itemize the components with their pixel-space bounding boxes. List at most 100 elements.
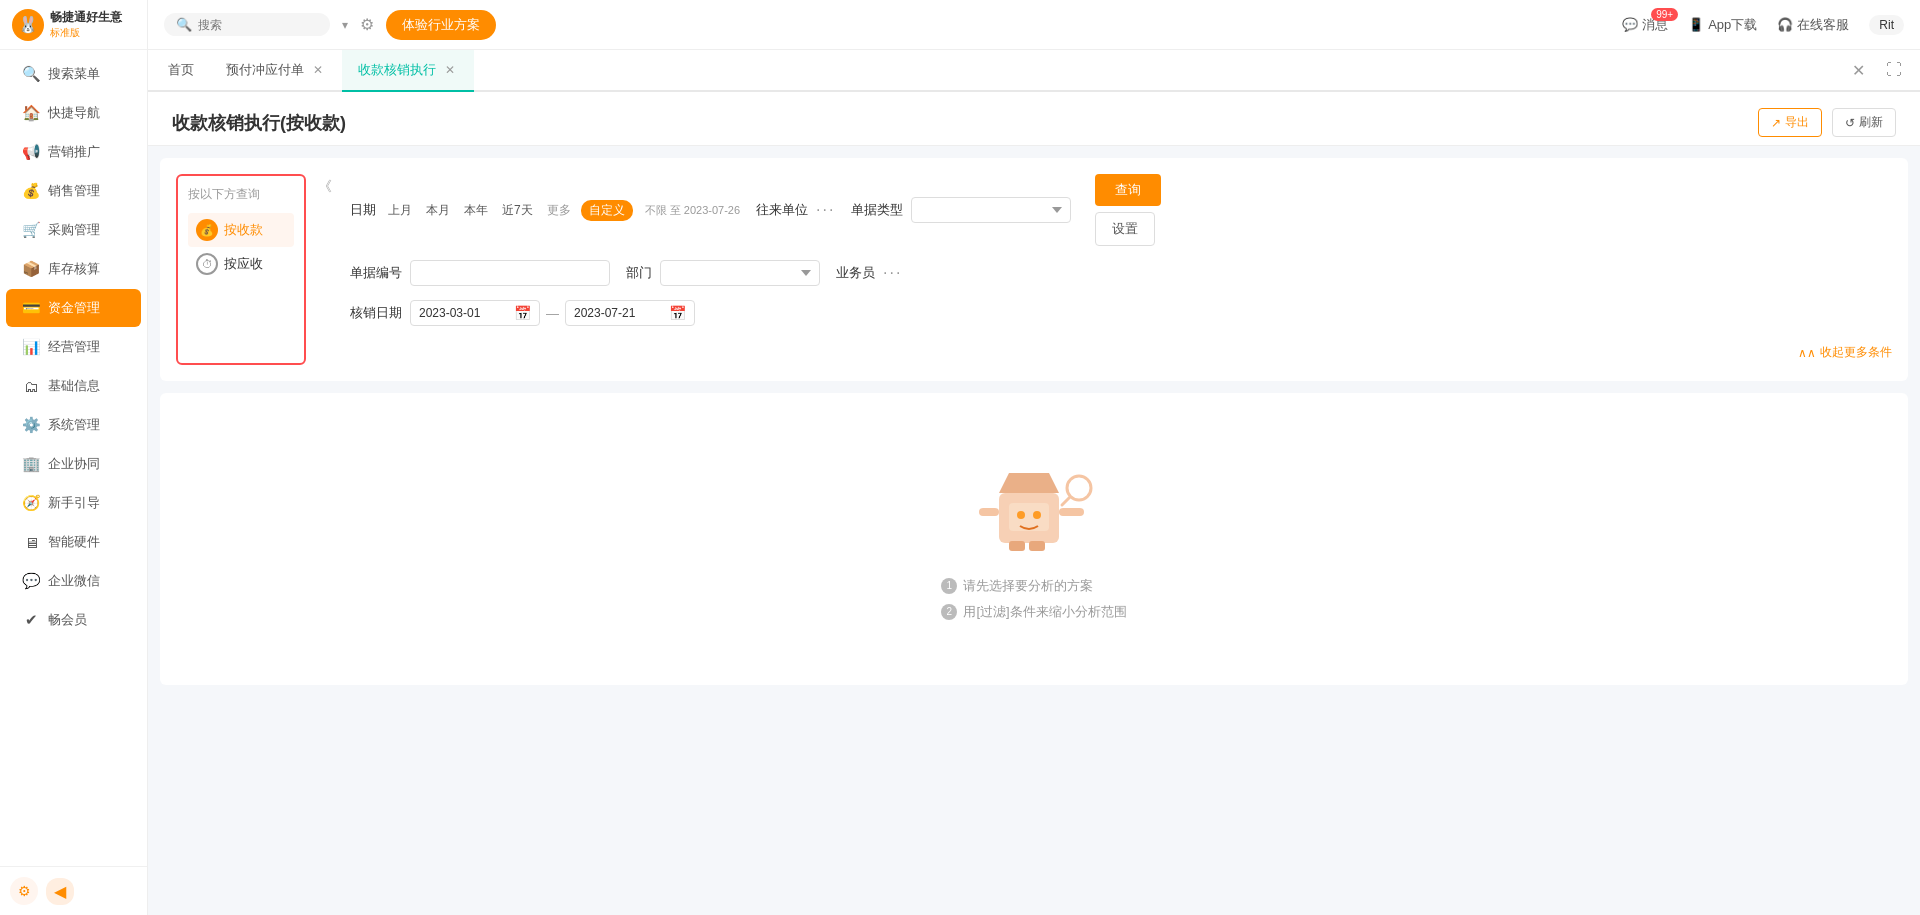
counterpart-more-icon[interactable]: ··· [816, 201, 835, 219]
refresh-btn[interactable]: ↺ 刷新 [1832, 108, 1896, 137]
tab-home[interactable]: 首页 [152, 50, 210, 92]
collapse-sidebar-btn[interactable]: ◀ [46, 878, 74, 905]
industry-btn[interactable]: 体验行业方案 [386, 10, 496, 40]
logo-line1: 畅捷通好生意 [50, 9, 122, 26]
sales-label: 销售管理 [48, 182, 100, 200]
empty-tips: 1 请先选择要分析的方案 2 用[过滤]条件来缩小分析范围 [941, 573, 1126, 625]
sidebar-item-purchase[interactable]: 🛒 采购管理 [6, 211, 141, 249]
svg-rect-5 [979, 508, 999, 516]
filter-by-receivable[interactable]: ⏱ 按应收 [188, 247, 294, 281]
sidebar-item-inventory[interactable]: 📦 库存核算 [6, 250, 141, 288]
department-select[interactable] [660, 260, 820, 286]
business-icon: 📊 [22, 338, 40, 356]
date-last-month[interactable]: 上月 [384, 200, 416, 221]
enterprise-icon: 🏢 [22, 455, 40, 473]
sidebar-item-search[interactable]: 🔍 搜索菜单 [6, 55, 141, 93]
shortcut-label: 快捷导航 [48, 104, 100, 122]
message-icon: 💬 [1622, 17, 1638, 32]
query-btn[interactable]: 查询 [1095, 174, 1161, 206]
close-window-btn[interactable]: ✕ [1844, 56, 1872, 84]
settings-icon[interactable]: ⚙ [10, 877, 38, 905]
verify-start-text: 2023-03-01 [419, 306, 510, 320]
topbar-gear-icon[interactable]: ⚙ [360, 15, 374, 34]
filter-receivable-label: 按应收 [224, 255, 263, 273]
search-input[interactable] [198, 18, 318, 32]
sidebar-item-finance[interactable]: 💳 资金管理 [6, 289, 141, 327]
collapse-more-btn[interactable]: ∧∧ 收起更多条件 [350, 340, 1892, 365]
verify-start-date[interactable]: 2023-03-01 📅 [410, 300, 540, 326]
empty-tip-2: 2 用[过滤]条件来缩小分析范围 [941, 599, 1126, 625]
sidebar-item-shortcut[interactable]: 🏠 快捷导航 [6, 94, 141, 132]
empty-state: 1 请先选择要分析的方案 2 用[过滤]条件来缩小分析范围 [160, 393, 1908, 685]
inventory-label: 库存核算 [48, 260, 100, 278]
app-icon: 📱 [1688, 17, 1704, 32]
staff-field: 业务员 ··· [836, 264, 902, 282]
doc-type-select[interactable] [911, 197, 1071, 223]
page-header: 收款核销执行(按收款) ↗ 导出 ↺ 刷新 [148, 92, 1920, 146]
counterpart-label: 往来单位 [756, 201, 808, 219]
online-service-btn[interactable]: 🎧 在线客服 [1777, 16, 1849, 34]
app-download-btn[interactable]: 📱 App下载 [1688, 16, 1757, 34]
user-menu[interactable]: Rit [1869, 15, 1904, 35]
shortcut-icon: 🏠 [22, 104, 40, 122]
counterpart-field: 往来单位 ··· [756, 201, 835, 219]
business-label: 经营管理 [48, 338, 100, 356]
hardware-label: 智能硬件 [48, 533, 100, 551]
verify-end-date[interactable]: 2023-07-21 📅 [565, 300, 695, 326]
sidebar-item-system[interactable]: ⚙️ 系统管理 [6, 406, 141, 444]
date-7days[interactable]: 近7天 [498, 200, 537, 221]
app-logo: 🐰 畅捷通好生意 标准版 [0, 0, 147, 50]
date-no-limit: 不限 至 2023-07-26 [645, 203, 740, 218]
search-box[interactable]: 🔍 [164, 13, 330, 36]
sidebar-item-sales[interactable]: 💰 销售管理 [6, 172, 141, 210]
svg-marker-1 [999, 473, 1059, 493]
date-this-month[interactable]: 本月 [422, 200, 454, 221]
tip-num-2: 2 [941, 604, 957, 620]
guide-label: 新手引导 [48, 494, 100, 512]
logo-icon: 🐰 [12, 9, 44, 41]
system-label: 系统管理 [48, 416, 100, 434]
expand-btn[interactable]: ⛶ [1880, 56, 1908, 84]
filter-collection-icon: 💰 [196, 219, 218, 241]
export-btn[interactable]: ↗ 导出 [1758, 108, 1822, 137]
date-this-year[interactable]: 本年 [460, 200, 492, 221]
tab-collection[interactable]: 收款核销执行 ✕ [342, 50, 474, 92]
service-icon: 🎧 [1777, 17, 1793, 32]
finance-icon: 💳 [22, 299, 40, 317]
sidebar-item-business[interactable]: 📊 经营管理 [6, 328, 141, 366]
sidebar-item-marketing[interactable]: 📢 营销推广 [6, 133, 141, 171]
verify-date-field: 核销日期 2023-03-01 📅 — 2023-07-21 📅 [350, 300, 695, 326]
date-label: 日期 [350, 201, 376, 219]
marketing-label: 营销推广 [48, 143, 100, 161]
empty-tip-1: 1 请先选择要分析的方案 [941, 573, 1126, 599]
staff-more-icon[interactable]: ··· [883, 264, 902, 282]
doc-type-label: 单据类型 [851, 201, 903, 219]
date-more[interactable]: 更多 [543, 200, 575, 221]
svg-rect-8 [1029, 541, 1045, 551]
tab-prepay[interactable]: 预付冲应付单 ✕ [210, 50, 342, 92]
topbar-chevron-icon[interactable]: ▾ [342, 18, 348, 32]
filter-panel: 按以下方查询 💰 按收款 ⏱ 按应收 《 日期 [160, 158, 1908, 381]
sidebar-item-basic[interactable]: 🗂 基础信息 [6, 367, 141, 405]
sidebar-item-enterprise[interactable]: 🏢 企业协同 [6, 445, 141, 483]
tab-prepay-close[interactable]: ✕ [310, 62, 326, 78]
sidebar-item-wechat[interactable]: 💬 企业微信 [6, 562, 141, 600]
filter-by-collection[interactable]: 💰 按收款 [188, 213, 294, 247]
message-btn[interactable]: 💬 消息 99+ [1622, 16, 1668, 34]
sidebar-item-member[interactable]: ✔ 畅会员 [6, 601, 141, 639]
export-icon: ↗ [1771, 116, 1781, 130]
wechat-icon: 💬 [22, 572, 40, 590]
date-custom[interactable]: 自定义 [581, 200, 633, 221]
sidebar-item-hardware[interactable]: 🖥 智能硬件 [6, 523, 141, 561]
logo-line2: 标准版 [50, 26, 122, 40]
filter-collapse-btn[interactable]: 《 [318, 174, 338, 365]
tab-bar: 首页 预付冲应付单 ✕ 收款核销执行 ✕ ✕ ⛶ [148, 50, 1920, 92]
sidebar-item-guide[interactable]: 🧭 新手引导 [6, 484, 141, 522]
doc-no-input[interactable] [410, 260, 610, 286]
setting-btn[interactable]: 设置 [1095, 212, 1155, 246]
tab-collection-close[interactable]: ✕ [442, 62, 458, 78]
page-header-actions: ↗ 导出 ↺ 刷新 [1758, 108, 1896, 137]
filter-type-selector: 按以下方查询 💰 按收款 ⏱ 按应收 [176, 174, 306, 365]
inventory-icon: 📦 [22, 260, 40, 278]
hardware-icon: 🖥 [22, 534, 40, 551]
